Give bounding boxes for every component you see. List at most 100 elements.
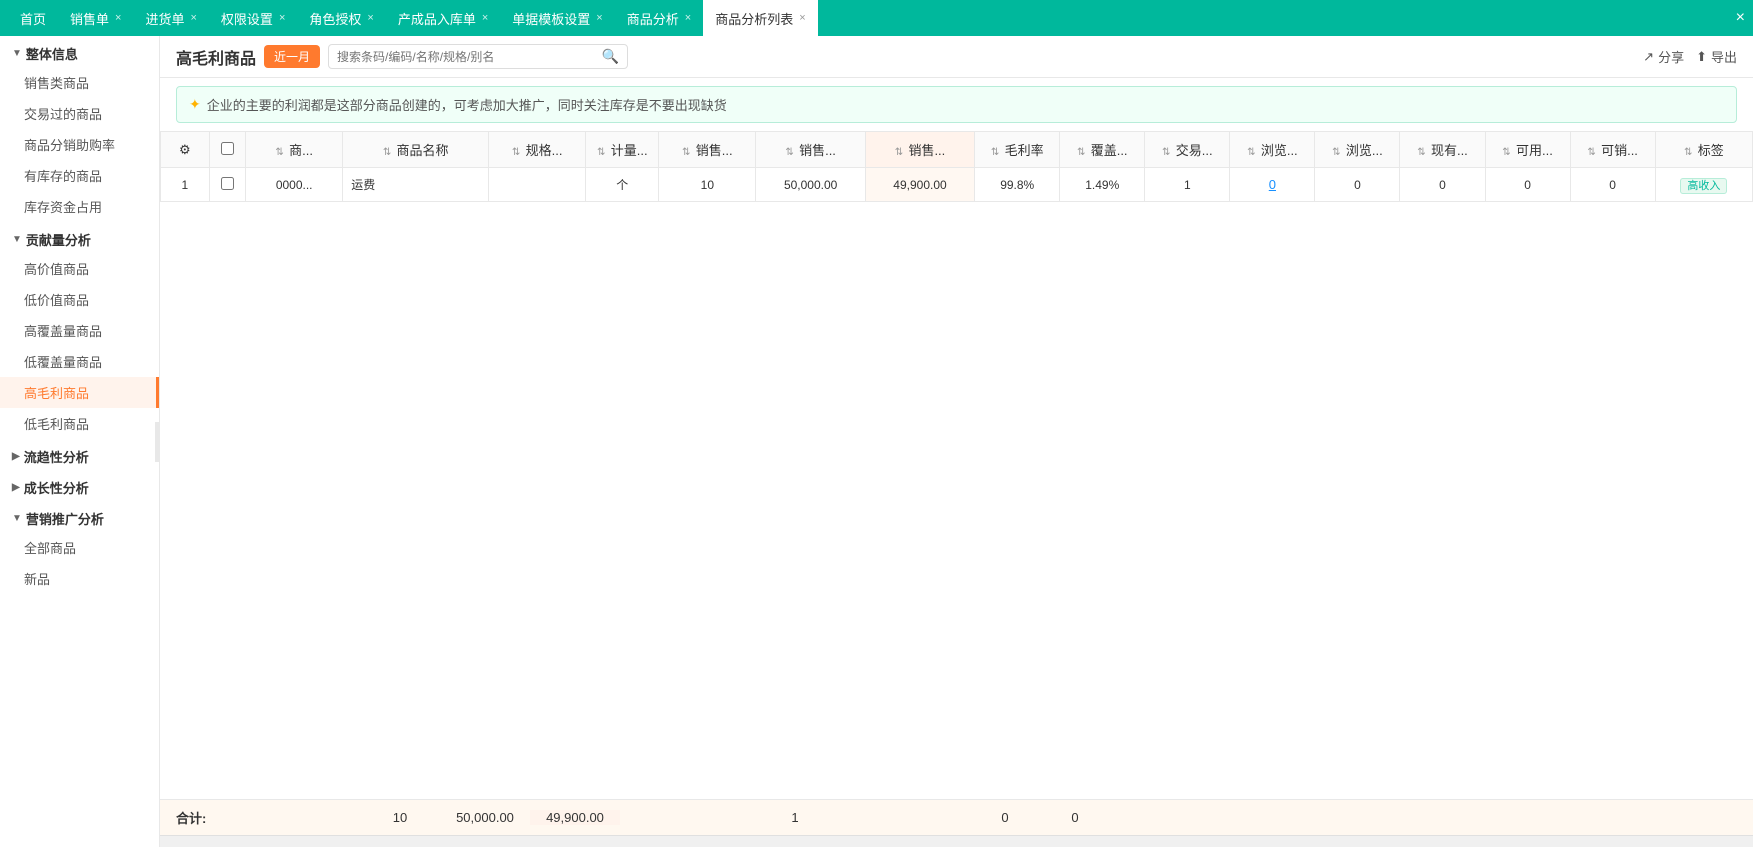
sidebar-group-trend[interactable]: ▶ 流趋性分析 (0, 439, 159, 470)
sidebar-group-trend-arrow: ▶ (12, 451, 20, 462)
col-available[interactable]: ⇅ 可用... (1485, 132, 1570, 168)
sidebar-group-overall[interactable]: ▼ 整体信息 (0, 36, 159, 67)
search-box: 🔍 (328, 44, 628, 69)
sidebar-item-high-margin[interactable]: 高毛利商品 (0, 377, 159, 408)
cell-spec (489, 168, 586, 202)
col-code[interactable]: ⇅ 商... (246, 132, 343, 168)
sidebar-group-growth-arrow: ▶ (12, 482, 20, 493)
col-sales-profit[interactable]: ⇅ 销售... (865, 132, 974, 168)
cell-gross-margin: 99.8% (975, 168, 1060, 202)
data-table: ⚙ ⇅ 商... ⇅ 商品名称 (160, 131, 1753, 202)
top-navigation: 首页 销售单 × 进货单 × 权限设置 × 角色授权 × 产成品入库单 × 单据… (0, 0, 1753, 36)
sidebar-item-all-goods[interactable]: 全部商品 (0, 532, 159, 563)
close-product-inbound[interactable]: × (482, 12, 488, 24)
close-permission-settings[interactable]: × (279, 12, 285, 24)
nav-purchase-order[interactable]: 进货单 × (133, 0, 208, 36)
cell-sales-profit: 49,900.00 (865, 168, 974, 202)
nav-home[interactable]: 首页 (8, 0, 58, 36)
cell-sellable: 0 (1570, 168, 1655, 202)
sidebar-item-high-coverage[interactable]: 高覆盖量商品 (0, 315, 159, 346)
col-sellable[interactable]: ⇅ 可销... (1570, 132, 1655, 168)
nav-product-analysis-list[interactable]: 商品分析列表 × (703, 0, 817, 36)
export-icon: ⬆ (1696, 49, 1707, 65)
sidebar-item-distribution-rate[interactable]: 商品分销助购率 (0, 129, 159, 160)
close-all-tabs[interactable]: × (1736, 9, 1745, 27)
footer-total: 合计: 10 50,000.00 49,900.00 1 0 0 (160, 799, 1753, 835)
footer-cells: 10 50,000.00 49,900.00 1 0 0 (360, 810, 1753, 825)
col-browse1[interactable]: ⇅ 浏览... (1230, 132, 1315, 168)
sidebar-collapse-button[interactable]: 《 (155, 422, 160, 462)
sidebar-item-in-stock-goods[interactable]: 有库存的商品 (0, 160, 159, 191)
nav-product-inbound[interactable]: 产成品入库单 × (386, 0, 500, 36)
cell-transaction: 1 (1145, 168, 1230, 202)
close-role-auth[interactable]: × (367, 12, 373, 24)
footer-current-stock: 0 (970, 810, 1040, 825)
sidebar-item-high-value[interactable]: 高价值商品 (0, 253, 159, 284)
share-icon: ↗ (1643, 49, 1654, 65)
close-purchase-order[interactable]: × (190, 12, 196, 24)
sidebar-group-marketing-arrow: ▼ (12, 513, 22, 524)
col-checkbox[interactable] (209, 132, 245, 168)
tag-high-income: 高收入 (1680, 178, 1727, 194)
cell-browse2: 0 (1315, 168, 1400, 202)
col-tag[interactable]: ⇅ 标签 (1655, 132, 1752, 168)
table-header-row: ⚙ ⇅ 商... ⇅ 商品名称 (161, 132, 1753, 168)
nav-product-analysis[interactable]: 商品分析 × (615, 0, 703, 36)
search-icon[interactable]: 🔍 (602, 48, 619, 65)
settings-icon[interactable]: ⚙ (179, 142, 191, 157)
cell-sales-amt: 50,000.00 (756, 168, 865, 202)
col-spec[interactable]: ⇅ 规格... (489, 132, 586, 168)
sidebar: 《 ▼ 整体信息 销售类商品 交易过的商品 商品分销助购率 有库存的商品 库存资… (0, 36, 160, 847)
col-name[interactable]: ⇅ 商品名称 (343, 132, 489, 168)
nav-permission-settings[interactable]: 权限设置 × (209, 0, 297, 36)
cell-name: 运费 (343, 168, 489, 202)
sidebar-item-traded-goods[interactable]: 交易过的商品 (0, 98, 159, 129)
cell-checkbox[interactable] (209, 168, 245, 202)
cell-coverage: 1.49% (1060, 168, 1145, 202)
cell-browse1[interactable]: 0 (1230, 168, 1315, 202)
col-current-stock[interactable]: ⇅ 现有... (1400, 132, 1485, 168)
nav-template-settings[interactable]: 单据模板设置 × (500, 0, 614, 36)
page-title: 高毛利商品 (176, 45, 256, 69)
col-coverage[interactable]: ⇅ 覆盖... (1060, 132, 1145, 168)
row-checkbox[interactable] (221, 177, 234, 190)
nav-sales-order[interactable]: 销售单 × (58, 0, 133, 36)
col-sales-amt[interactable]: ⇅ 销售... (756, 132, 865, 168)
footer-sales-amt: 50,000.00 (440, 810, 530, 825)
sidebar-group-growth[interactable]: ▶ 成长性分析 (0, 470, 159, 501)
col-browse2[interactable]: ⇅ 浏览... (1315, 132, 1400, 168)
search-input[interactable] (337, 50, 602, 64)
horizontal-scrollbar[interactable] (160, 835, 1753, 847)
close-template-settings[interactable]: × (596, 12, 602, 24)
sidebar-item-stock-capital[interactable]: 库存资金占用 (0, 191, 159, 222)
cell-index: 1 (161, 168, 210, 202)
sidebar-item-low-margin[interactable]: 低毛利商品 (0, 408, 159, 439)
share-button[interactable]: ↗ 分享 (1643, 47, 1684, 66)
tip-icon: ✦ (189, 96, 201, 113)
sidebar-group-contribution[interactable]: ▼ 贡献量分析 (0, 222, 159, 253)
col-unit[interactable]: ⇅ 计量... (586, 132, 659, 168)
close-product-analysis-list[interactable]: × (799, 12, 805, 24)
close-product-analysis[interactable]: × (685, 12, 691, 24)
col-index: ⚙ (161, 132, 210, 168)
main-layout: 《 ▼ 整体信息 销售类商品 交易过的商品 商品分销助购率 有库存的商品 库存资… (0, 36, 1753, 847)
col-sales-qty[interactable]: ⇅ 销售... (659, 132, 756, 168)
cell-current-stock: 0 (1400, 168, 1485, 202)
export-button[interactable]: ⬆ 导出 (1696, 47, 1737, 66)
header-actions: ↗ 分享 ⬆ 导出 (1643, 47, 1737, 66)
close-sales-order[interactable]: × (115, 12, 121, 24)
sidebar-item-sales-goods[interactable]: 销售类商品 (0, 67, 159, 98)
footer-transaction: 1 (760, 810, 830, 825)
footer-available: 0 (1040, 810, 1110, 825)
cell-tag: 高收入 (1655, 168, 1752, 202)
sidebar-item-low-coverage[interactable]: 低覆盖量商品 (0, 346, 159, 377)
footer-label: 合计: (160, 808, 360, 827)
sidebar-item-new-goods[interactable]: 新品 (0, 563, 159, 594)
sidebar-group-marketing[interactable]: ▼ 营销推广分析 (0, 501, 159, 532)
col-gross-margin[interactable]: ⇅ 毛利率 (975, 132, 1060, 168)
filter-recent-month-button[interactable]: 近一月 (264, 45, 320, 68)
nav-role-auth[interactable]: 角色授权 × (297, 0, 385, 36)
select-all-checkbox[interactable] (221, 142, 234, 155)
col-transaction[interactable]: ⇅ 交易... (1145, 132, 1230, 168)
sidebar-item-low-value[interactable]: 低价值商品 (0, 284, 159, 315)
